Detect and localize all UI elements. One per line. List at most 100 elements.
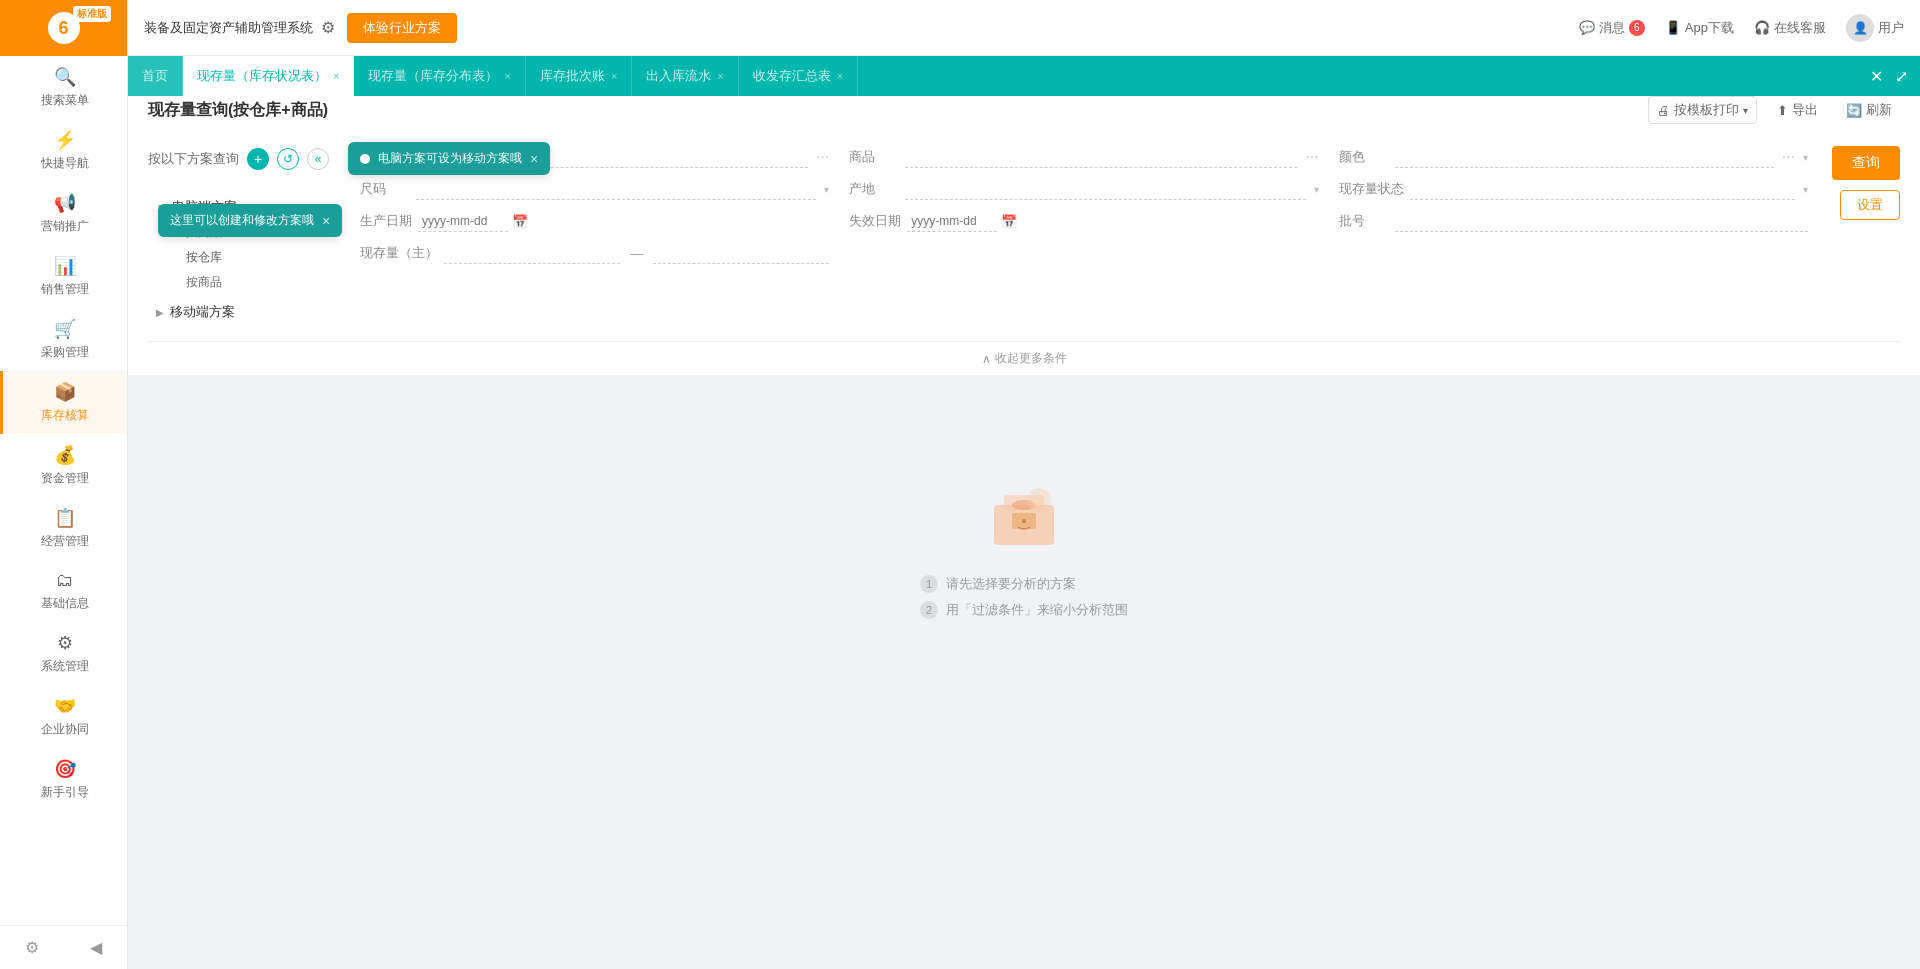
query-scheme-label: 按以下方案查询 + ↺ « (148, 136, 348, 178)
sidebar-label-sales: 销售管理 (41, 281, 89, 298)
scheme-label-mobile: 移动端方案 (170, 303, 235, 321)
sidebar-item-operation[interactable]: 📋经营管理 (0, 497, 127, 560)
online-support-btn[interactable]: 🎧 在线客服 (1754, 19, 1826, 37)
sidebar-item-purchase[interactable]: 🛒采购管理 (0, 308, 127, 371)
refresh-button[interactable]: 🔄 刷新 (1838, 97, 1900, 123)
tab-close-batch-account[interactable]: × (611, 70, 617, 82)
filter-row-1: ··· 商品 ··· 颜色 ··· ▾ (360, 146, 1808, 168)
filter-color-input[interactable] (1395, 146, 1774, 168)
sidebar-item-sales[interactable]: 📊销售管理 (0, 245, 127, 308)
tab-inout-flow[interactable]: 出入库流水 × (632, 56, 738, 96)
filter-cell-expire: 失效日期 📅 (849, 211, 1318, 232)
tab-expand[interactable]: ⤢ (1895, 67, 1908, 86)
filter-cell-produce: 生产日期 📅 (360, 211, 829, 232)
tab-close-collect-summary[interactable]: × (837, 70, 843, 82)
filter-expire-date-group: 📅 (907, 211, 1017, 232)
tab-close-inout-flow[interactable]: × (717, 70, 723, 82)
sidebar-icon-finance: 💰 (54, 444, 76, 466)
tab-close-inventory-dist[interactable]: × (504, 70, 510, 82)
scheme-child-2[interactable]: 按仓库 (166, 245, 308, 270)
filter-expire-start[interactable] (907, 211, 997, 232)
query-area: 现存量查询(按仓库+商品) 🖨 按模板打印 ▾ ⬆ 导出 🔄 刷新 (128, 96, 1920, 375)
filter-qty-max[interactable] (653, 242, 829, 264)
scheme-child-3[interactable]: 按商品 (166, 270, 308, 295)
tab-batch-account[interactable]: 库存批次账× (526, 56, 632, 96)
tab-close-inventory-status[interactable]: × (333, 70, 339, 82)
sidebar-item-enterprise[interactable]: 🤝企业协同 (0, 685, 127, 748)
filter-goods-dots[interactable]: ··· (1305, 148, 1318, 166)
page-title-row: 现存量查询(按仓库+商品) 🖨 按模板打印 ▾ ⬆ 导出 🔄 刷新 (148, 96, 1900, 124)
add-scheme-btn[interactable]: + (247, 148, 269, 170)
filter-color-arrow[interactable]: ▾ (1803, 152, 1808, 163)
sidebar-item-basic[interactable]: 🗂基础信息 (0, 560, 127, 622)
filter-status-arrow[interactable]: ▾ (1803, 184, 1808, 195)
sidebar-logo: 6 标准版 (0, 0, 127, 56)
sidebar-icon-marketing: 📢 (54, 192, 76, 214)
sidebar-icon-basic: 🗂 (56, 570, 74, 591)
sidebar-settings-btn[interactable]: ⚙ (25, 938, 39, 957)
filter-origin-arrow[interactable]: ▾ (1314, 184, 1319, 195)
collapse-bar[interactable]: ∧ 收起更多条件 (148, 341, 1900, 375)
filter-goods-input[interactable] (905, 146, 1297, 168)
sidebar-icon-inventory: 📦 (54, 381, 76, 403)
sidebar-item-finance[interactable]: 💰资金管理 (0, 434, 127, 497)
user-btn[interactable]: 👤 用户 (1846, 14, 1904, 42)
search-button[interactable]: 查询 (1832, 146, 1900, 180)
empty-step-2-text: 用「过滤条件」来缩小分析范围 (946, 601, 1128, 619)
filter-goods-label: 商品 (849, 148, 899, 166)
filter-batch-input[interactable] (1395, 210, 1808, 232)
support-label: 在线客服 (1774, 19, 1826, 37)
app-download-btn[interactable]: 📱 App下载 (1665, 19, 1734, 37)
filter-cell-size: 尺码 ▾ (360, 178, 829, 200)
empty-step-2: 2 用「过滤条件」来缩小分析范围 (920, 601, 1128, 619)
tooltip1-close[interactable]: × (530, 151, 538, 167)
tab-label-home: 首页 (142, 67, 168, 85)
calendar-icon-produce[interactable]: 📅 (512, 214, 528, 229)
sidebar-item-system[interactable]: ⚙系统管理 (0, 622, 127, 685)
filter-origin-input[interactable] (905, 178, 1305, 200)
filter-expire-label: 失效日期 (849, 212, 901, 230)
filter-warehouse-dots[interactable]: ··· (816, 148, 829, 166)
sidebar-icon-operation: 📋 (54, 507, 76, 529)
sidebar-item-newbie[interactable]: 🎯新手引导 (0, 748, 127, 811)
tooltip2-close[interactable]: × (322, 213, 330, 229)
query-top-row: 按以下方案查询 + ↺ « 电脑方案可设为移动方案哦 × 这里可以创建和修改方案… (148, 136, 1900, 337)
sidebar-item-inventory[interactable]: 📦库存核算 (0, 371, 127, 434)
tab-close-all[interactable]: ✕ (1870, 67, 1883, 86)
filter-size-input[interactable] (416, 178, 816, 200)
tooltip-create: 这里可以创建和修改方案哦 × (158, 204, 342, 237)
tab-inventory-dist[interactable]: 现存量（库存分布表）× (354, 56, 525, 96)
topbar: 装备及固定资产辅助管理系统 ⚙ 体验行业方案 💬 消息 6 📱 App下载 🎧 … (128, 0, 1920, 56)
calendar-icon-expire[interactable]: 📅 (1001, 214, 1017, 229)
sidebar-item-marketing[interactable]: 📢营销推广 (0, 182, 127, 245)
tab-home[interactable]: 首页 (128, 56, 183, 96)
headset-icon: 🎧 (1754, 20, 1770, 35)
topbar-gear-icon[interactable]: ⚙ (321, 18, 335, 37)
filter-color-dots[interactable]: ··· (1782, 148, 1795, 166)
solution-button[interactable]: 体验行业方案 (347, 13, 457, 43)
filter-status-input[interactable] (1410, 178, 1795, 200)
export-button[interactable]: ⬆ 导出 (1769, 97, 1826, 123)
filter-size-arrow[interactable]: ▾ (824, 184, 829, 195)
sidebar-collapse-btn[interactable]: ◀ (90, 938, 102, 957)
arrow-scheme-btn[interactable]: « (307, 148, 329, 170)
sidebar-item-guide[interactable]: ⚡快捷导航 (0, 119, 127, 182)
sidebar-icon-guide: ⚡ (54, 129, 76, 151)
print-button[interactable]: 🖨 按模板打印 ▾ (1648, 96, 1757, 124)
filter-produce-start[interactable] (418, 211, 508, 232)
refresh-icon: 🔄 (1846, 103, 1862, 118)
filter-qty-min[interactable] (444, 242, 620, 264)
tab-label-inout-flow: 出入库流水 (646, 67, 711, 85)
reset-scheme-btn[interactable]: ↺ (277, 148, 299, 170)
sidebar-icon-enterprise: 🤝 (54, 695, 76, 717)
filter-cell-batch: 批号 (1339, 210, 1808, 232)
filter-row-4: 现存量（主） — (360, 242, 1808, 264)
sidebar-icon-search: 🔍 (54, 66, 76, 88)
filter-cell-origin: 产地 ▾ (849, 178, 1318, 200)
scheme-item-mobile[interactable]: ▶ 移动端方案 (148, 299, 308, 325)
tab-collect-summary[interactable]: 收发存汇总表× (739, 56, 858, 96)
message-btn[interactable]: 💬 消息 6 (1579, 19, 1645, 37)
tab-inventory-status[interactable]: 现存量（库存状况表）× (183, 56, 354, 96)
sidebar-item-search[interactable]: 🔍搜索菜单 (0, 56, 127, 119)
settings-button[interactable]: 设置 (1840, 190, 1900, 220)
